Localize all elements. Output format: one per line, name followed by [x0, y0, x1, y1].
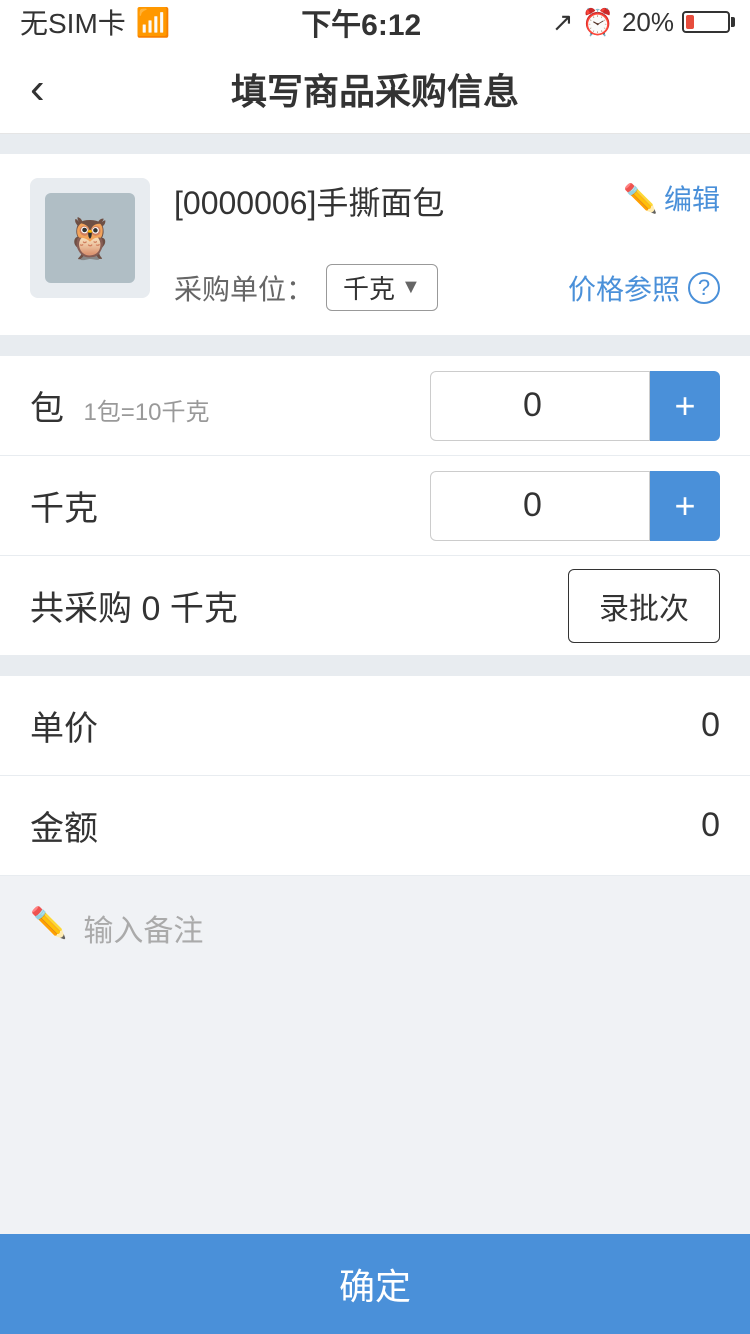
- product-card: 🦉 [0000006]手撕面包 ✏️ 编辑 采购单位： 千克 ▼ 价格参照: [0, 154, 750, 336]
- battery-fill: [686, 15, 694, 29]
- notes-area[interactable]: ✏️ 输入备注: [0, 876, 750, 1176]
- unit-price-row: 单价 0: [0, 676, 750, 776]
- dropdown-arrow-icon: ▼: [401, 276, 421, 299]
- amount-row: 金额 0: [0, 776, 750, 876]
- bao-plus-button[interactable]: +: [650, 371, 720, 441]
- batch-button[interactable]: 录批次: [568, 569, 720, 643]
- edit-button[interactable]: ✏️ 编辑: [623, 178, 720, 218]
- unit-price-label: 单价: [30, 701, 701, 750]
- confirm-button-label: 确定: [339, 1258, 411, 1310]
- kg-plus-button[interactable]: +: [650, 471, 720, 541]
- back-button[interactable]: ‹: [30, 67, 45, 111]
- bao-row: 包 1包=10千克 +: [0, 356, 750, 456]
- total-label: 共采购: [30, 590, 132, 628]
- purchase-unit-label: 采购单位：: [174, 268, 314, 308]
- nav-bar: ‹ 填写商品采购信息: [0, 44, 750, 134]
- page-title: 填写商品采购信息: [231, 63, 519, 115]
- status-bar: 无SIM卡 📶 下午6:12 ↗ ⏰ 20%: [0, 0, 750, 44]
- wifi-icon: 📶: [136, 6, 171, 39]
- bao-sub-label: 1包=10千克: [83, 399, 209, 426]
- product-name-text: 手撕面包: [316, 185, 444, 221]
- kg-input-container: +: [430, 471, 720, 541]
- price-ref-button[interactable]: 价格参照 ?: [568, 268, 720, 308]
- battery-indicator: [682, 11, 730, 33]
- location-icon: ↗: [552, 7, 574, 38]
- amount-label: 金额: [30, 801, 701, 850]
- purchase-unit: 采购单位： 千克 ▼: [174, 264, 438, 311]
- notes-placeholder: 输入备注: [83, 906, 203, 950]
- alarm-icon: ⏰: [582, 7, 614, 38]
- middle-divider: [0, 336, 750, 356]
- kg-label: 千克: [30, 481, 430, 530]
- total-value: 0: [141, 590, 160, 628]
- bao-input[interactable]: [430, 371, 650, 441]
- amount-value: 0: [701, 806, 720, 845]
- product-id: [0000006]: [174, 185, 316, 221]
- unit-value: 千克: [343, 269, 395, 306]
- bao-label: 包: [30, 390, 64, 428]
- time-display: 下午6:12: [301, 0, 421, 44]
- product-header: [0000006]手撕面包 ✏️ 编辑: [174, 178, 720, 244]
- edit-label: 编辑: [664, 178, 720, 218]
- total-unit: 千克: [170, 590, 238, 628]
- unit-price-value: 0: [701, 706, 720, 745]
- product-image: 🦉: [30, 178, 150, 298]
- product-info: [0000006]手撕面包 ✏️ 编辑 采购单位： 千克 ▼ 价格参照 ?: [174, 178, 720, 311]
- bao-input-container: +: [430, 371, 720, 441]
- confirm-button[interactable]: 确定: [0, 1234, 750, 1334]
- summary-text: 共采购 0 千克: [30, 581, 568, 630]
- unit-dropdown[interactable]: 千克 ▼: [326, 264, 438, 311]
- section-divider: [0, 656, 750, 676]
- summary-row: 共采购 0 千克 录批次: [0, 556, 750, 656]
- edit-icon: ✏️: [623, 182, 658, 215]
- product-image-inner: 🦉: [45, 193, 135, 283]
- question-icon: ?: [688, 272, 720, 304]
- battery-percent: 20%: [622, 7, 674, 38]
- carrier-label: 无SIM卡: [20, 2, 126, 42]
- product-meta: 采购单位： 千克 ▼ 价格参照 ?: [174, 264, 720, 311]
- status-left: 无SIM卡 📶: [20, 2, 171, 42]
- kg-input[interactable]: [430, 471, 650, 541]
- bao-label-container: 包 1包=10千克: [30, 381, 430, 430]
- kg-row: 千克 +: [0, 456, 750, 556]
- product-logo-icon: 🦉: [65, 215, 115, 262]
- product-name: [0000006]手撕面包: [174, 178, 444, 224]
- pencil-icon: ✏️: [30, 906, 67, 941]
- status-right: ↗ ⏰ 20%: [552, 7, 730, 38]
- price-ref-label: 价格参照: [568, 268, 680, 308]
- top-divider: [0, 134, 750, 154]
